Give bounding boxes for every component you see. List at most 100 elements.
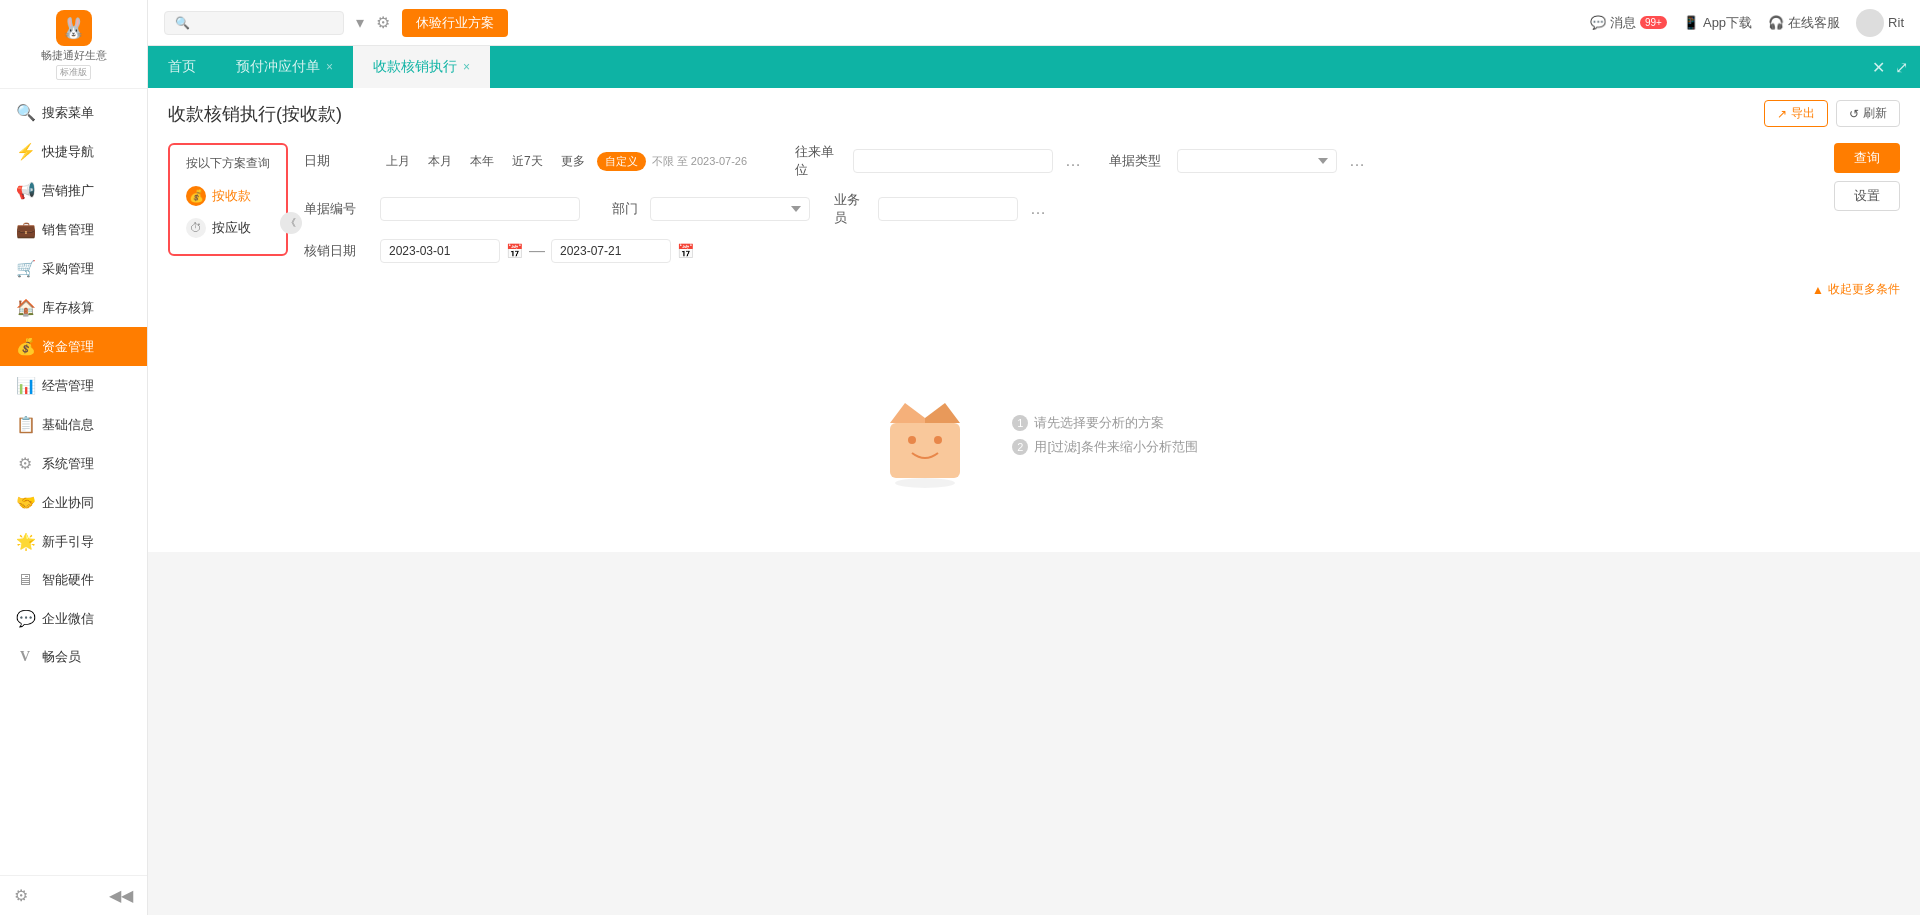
online-service-icon: 🎧 (1768, 15, 1784, 30)
topbar-search-box[interactable]: 🔍 (164, 11, 344, 35)
tab-collection-label: 收款核销执行 (373, 58, 457, 76)
collapse-more-icon: ▲ (1812, 283, 1824, 297)
tab-home-label: 首页 (168, 58, 196, 76)
sidebar-item-label: 新手引导 (42, 533, 94, 551)
sidebar-item-inventory[interactable]: 🏠 库存核算 (0, 288, 147, 327)
date-btn-this-month[interactable]: 本月 (422, 151, 458, 172)
date-btn-last-month[interactable]: 上月 (380, 151, 416, 172)
verify-date-range: 📅 — 📅 (380, 239, 694, 263)
filter-settings-button[interactable]: 设置 (1834, 181, 1900, 211)
date-custom-badge: 自定义 (597, 152, 646, 171)
unit-ellipsis[interactable]: … (1061, 152, 1085, 170)
main-area: 🔍 ▾ ⚙ 休验行业方案 💬 消息 99+ 📱 App下载 🎧 在线客服 Rit (148, 0, 1920, 915)
content-area: 收款核销执行(按收款) ↗ 导出 ↺ 刷新 按以下方 (148, 88, 1920, 915)
filter-collapse-button[interactable]: 《 (280, 212, 302, 234)
salesman-ellipsis[interactable]: … (1026, 200, 1050, 218)
calendar-start-icon[interactable]: 📅 (506, 243, 523, 259)
empty-illustration (870, 378, 980, 492)
app-download-button[interactable]: 📱 App下载 (1683, 14, 1752, 32)
sidebar-item-basic-info[interactable]: 📋 基础信息 (0, 405, 147, 444)
sidebar-item-cooperation[interactable]: 🤝 企业协同 (0, 483, 147, 522)
topbar-dropdown-icon[interactable]: ▾ (356, 13, 364, 32)
collapse-sidebar-icon[interactable]: ◀◀ (109, 886, 133, 905)
tab-collection[interactable]: 收款核销执行 × (353, 46, 490, 88)
doc-type-select[interactable] (1177, 149, 1337, 173)
sidebar-item-quick-nav[interactable]: ⚡ 快捷导航 (0, 132, 147, 171)
filter-option-by-collection[interactable]: 💰 按收款 (170, 180, 286, 212)
topbar: 🔍 ▾ ⚙ 休验行业方案 💬 消息 99+ 📱 App下载 🎧 在线客服 Rit (148, 0, 1920, 46)
date-shortcuts: 上月 本月 本年 近7天 更多 自定义 不限 至 2023-07-26 (380, 151, 747, 172)
unit-input[interactable] (853, 149, 1053, 173)
nav-expand-icon[interactable]: ⤢ (1895, 58, 1908, 77)
online-service-button[interactable]: 🎧 在线客服 (1768, 14, 1840, 32)
search-icon: 🔍 (175, 16, 190, 30)
tab-home[interactable]: 首页 (148, 46, 216, 88)
tip-text-1: 请先选择要分析的方案 (1034, 414, 1164, 432)
settings-bottom-icon[interactable]: ⚙ (14, 886, 28, 905)
wechat-icon: 💬 (16, 609, 34, 628)
collapse-more-button[interactable]: ▲ 收起更多条件 (304, 275, 1900, 302)
sidebar-item-purchase[interactable]: 🛒 采购管理 (0, 249, 147, 288)
sidebar-item-hardware[interactable]: 🖥 智能硬件 (0, 561, 147, 599)
doc-type-ellipsis[interactable]: … (1345, 152, 1369, 170)
date-btn-more[interactable]: 更多 (555, 151, 591, 172)
guide-icon: 🌟 (16, 532, 34, 551)
sidebar-item-wechat[interactable]: 💬 企业微信 (0, 599, 147, 638)
sidebar-item-label: 经营管理 (42, 377, 94, 395)
inventory-icon: 🏠 (16, 298, 34, 317)
sales-icon: 💼 (16, 220, 34, 239)
filter-option-collection-label: 按收款 (212, 187, 251, 205)
tab-prepay-close[interactable]: × (326, 60, 333, 74)
filter-sidebar-title: 按以下方案查询 (170, 155, 286, 180)
verify-date-label: 核销日期 (304, 242, 364, 260)
sidebar-item-marketing[interactable]: 📢 营销推广 (0, 171, 147, 210)
industry-solution-button[interactable]: 休验行业方案 (402, 9, 508, 37)
sidebar-item-system[interactable]: ⚙ 系统管理 (0, 444, 147, 483)
message-button[interactable]: 💬 消息 99+ (1590, 14, 1667, 32)
sidebar-item-finance[interactable]: 💰 资金管理 (0, 327, 147, 366)
sidebar-item-search[interactable]: 🔍 搜索菜单 (0, 93, 147, 132)
purchase-icon: 🛒 (16, 259, 34, 278)
sidebar-item-operations[interactable]: 📊 经营管理 (0, 366, 147, 405)
verify-date-end-input[interactable] (551, 239, 671, 263)
topbar-settings-icon[interactable]: ⚙ (376, 13, 390, 32)
message-icon: 💬 (1590, 15, 1606, 30)
export-button[interactable]: ↗ 导出 (1764, 100, 1828, 127)
svg-rect-0 (890, 423, 960, 478)
sidebar-item-label: 企业微信 (42, 610, 94, 628)
user-profile[interactable]: Rit (1856, 9, 1904, 37)
tip-text-2: 用[过滤]条件来缩小分析范围 (1034, 438, 1197, 456)
filter-option-receivable-label: 按应收 (212, 219, 251, 237)
sidebar-item-label: 快捷导航 (42, 143, 94, 161)
salesman-label: 业务员 (834, 191, 870, 227)
query-button[interactable]: 查询 (1834, 143, 1900, 173)
export-icon: ↗ (1777, 107, 1787, 121)
filter-option-by-receivable[interactable]: ⏱ 按应收 (170, 212, 286, 244)
sidebar-item-guide[interactable]: 🌟 新手引导 (0, 522, 147, 561)
page-header-actions: ↗ 导出 ↺ 刷新 (1764, 100, 1900, 127)
date-btn-this-year[interactable]: 本年 (464, 151, 500, 172)
tab-prepay[interactable]: 预付冲应付单 × (216, 46, 353, 88)
salesman-input[interactable] (878, 197, 1018, 221)
date-btn-7days[interactable]: 近7天 (506, 151, 549, 172)
app-edition: 标准版 (56, 65, 91, 80)
nav-close-icon[interactable]: ✕ (1872, 58, 1885, 77)
marketing-icon: 📢 (16, 181, 34, 200)
verify-date-start-input[interactable] (380, 239, 500, 263)
online-service-label: 在线客服 (1788, 14, 1840, 32)
filter-collection-icon: 💰 (186, 186, 206, 206)
calendar-end-icon[interactable]: 📅 (677, 243, 694, 259)
sidebar-item-label: 库存核算 (42, 299, 94, 317)
empty-content: 1 请先选择要分析的方案 2 用[过滤]条件来缩小分析范围 (870, 378, 1197, 492)
filter-sidebar-wrap: 按以下方案查询 💰 按收款 ⏱ 按应收 《 (168, 143, 288, 302)
sidebar-menu: 🔍 搜索菜单 ⚡ 快捷导航 📢 营销推广 💼 销售管理 🛒 采购管理 🏠 库存核… (0, 89, 147, 875)
sidebar-item-sales[interactable]: 💼 销售管理 (0, 210, 147, 249)
sidebar-item-member[interactable]: V 畅会员 (0, 638, 147, 676)
doc-num-input[interactable] (380, 197, 580, 221)
filter-sidebar: 按以下方案查询 💰 按收款 ⏱ 按应收 (168, 143, 288, 256)
refresh-button[interactable]: ↺ 刷新 (1836, 100, 1900, 127)
message-label: 消息 (1610, 14, 1636, 32)
user-name: Rit (1888, 15, 1904, 30)
dept-select[interactable] (650, 197, 810, 221)
tab-collection-close[interactable]: × (463, 60, 470, 74)
